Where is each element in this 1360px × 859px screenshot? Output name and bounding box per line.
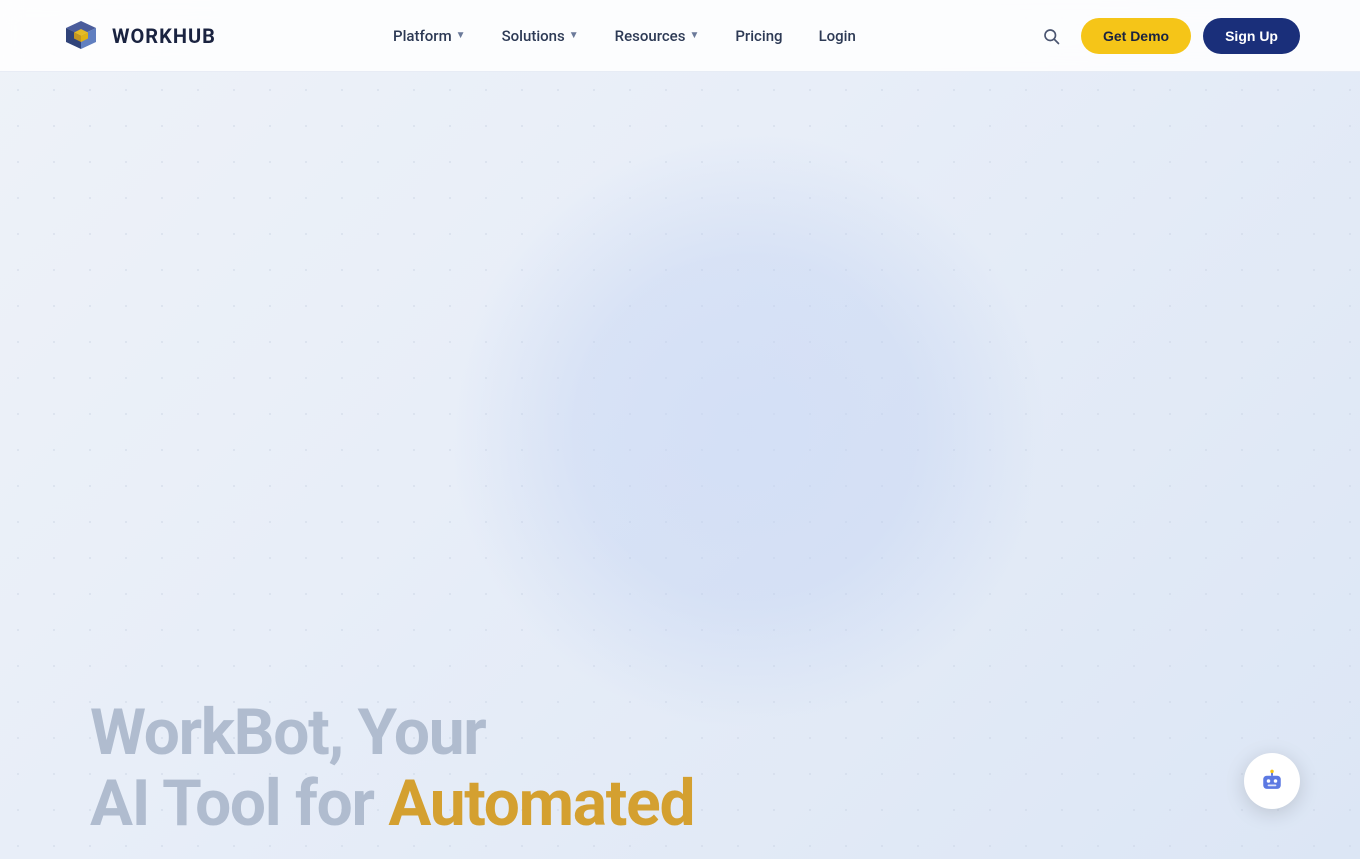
navbar: WORKHUB Platform ▼ Solutions ▼ Resources… — [0, 0, 1360, 72]
logo-area[interactable]: WORKHUB — [60, 15, 216, 57]
hero-line2-gray: AI Tool for — [90, 766, 388, 841]
solutions-chevron-icon: ▼ — [569, 30, 579, 41]
hero-line1: WorkBot, Your — [90, 698, 694, 768]
chat-bot-icon — [1258, 767, 1286, 795]
logo-icon — [60, 15, 102, 57]
nav-resources[interactable]: Resources ▼ — [601, 19, 714, 53]
hero-section: WorkBot, Your AI Tool for Automated — [0, 72, 1360, 859]
hero-line2-accent: Automated — [388, 766, 694, 841]
nav-pricing[interactable]: Pricing — [721, 19, 796, 53]
platform-chevron-icon: ▼ — [456, 30, 466, 41]
chat-widget-button[interactable] — [1244, 753, 1300, 809]
nav-platform[interactable]: Platform ▼ — [379, 19, 480, 53]
nav-login[interactable]: Login — [805, 19, 870, 53]
search-button[interactable] — [1033, 18, 1069, 54]
nav-solutions[interactable]: Solutions ▼ — [488, 19, 593, 53]
sign-up-button[interactable]: Sign Up — [1203, 18, 1300, 54]
nav-right: Get Demo Sign Up — [1033, 18, 1300, 54]
brand-name: WORKHUB — [112, 24, 216, 48]
get-demo-button[interactable]: Get Demo — [1081, 18, 1191, 54]
hero-line2: AI Tool for Automated — [90, 769, 694, 839]
resources-chevron-icon: ▼ — [689, 30, 699, 41]
hero-content: WorkBot, Your AI Tool for Automated — [90, 698, 694, 839]
nav-links: Platform ▼ Solutions ▼ Resources ▼ Prici… — [379, 19, 870, 53]
